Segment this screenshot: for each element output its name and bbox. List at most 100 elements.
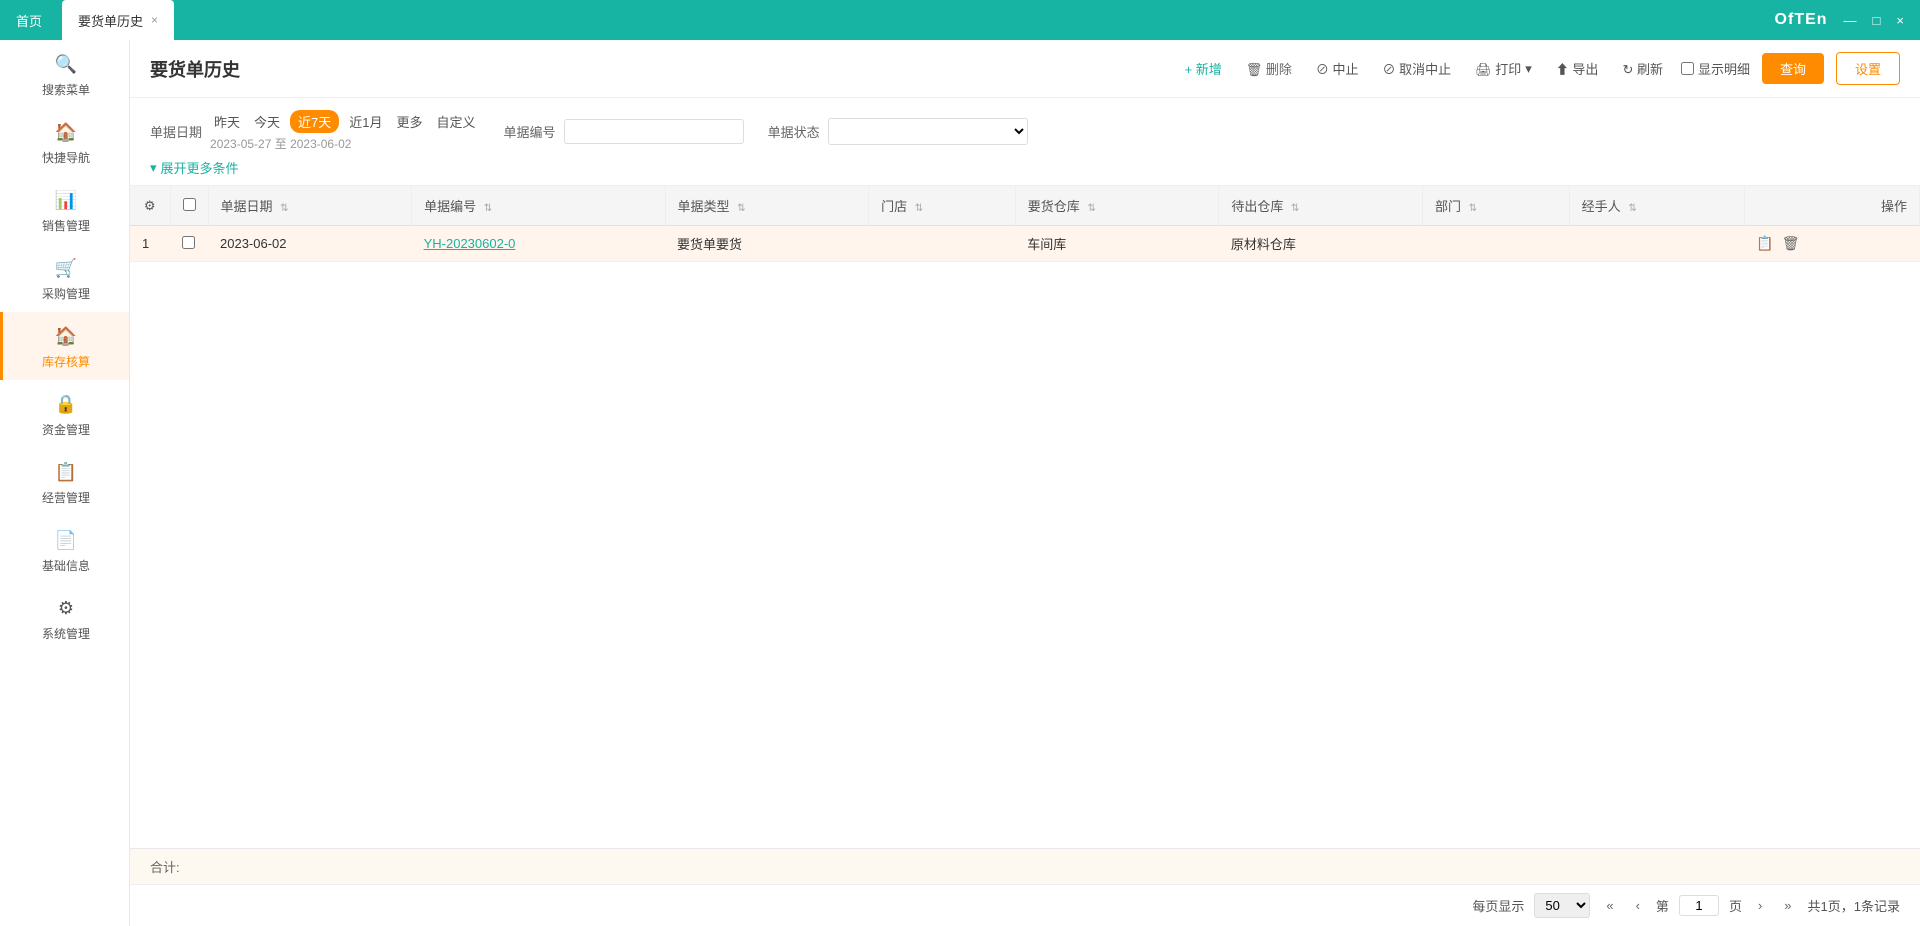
sidebar-item-base[interactable]: 📄 基础信息 [0, 516, 129, 584]
cell-dept [1422, 226, 1569, 262]
shortcut-today[interactable]: 今天 [250, 110, 284, 133]
sort-icon-store: ⇅ [915, 203, 923, 214]
th-handler-label: 经手人 [1582, 199, 1621, 214]
cell-checkbox[interactable] [170, 226, 208, 262]
settings-col-icon: ⚙ [144, 198, 156, 213]
tab-close-icon[interactable]: × [151, 13, 158, 27]
th-doc-type[interactable]: 单据类型 ⇅ [665, 186, 869, 226]
sidebar-label-quick-nav: 快捷导航 [42, 149, 90, 166]
shortcut-custom[interactable]: 自定义 [433, 110, 480, 133]
th-doc-date[interactable]: 单据日期 ⇅ [208, 186, 412, 226]
prev-page-btn[interactable]: ‹ [1630, 896, 1646, 915]
sidebar-item-quick-nav[interactable]: 🏠 快捷导航 [0, 108, 129, 176]
status-select[interactable] [828, 118, 1028, 145]
cancel-stop-button-label: ⊘ 取消中止 [1383, 59, 1452, 78]
print-dropdown-icon[interactable]: ▾ [1525, 61, 1532, 77]
th-pending-warehouse-label: 待出仓库 [1231, 199, 1283, 214]
first-page-btn[interactable]: « [1600, 896, 1619, 915]
th-store[interactable]: 门店 ⇅ [869, 186, 1016, 226]
row-checkbox[interactable] [182, 236, 195, 249]
date-range-display: 2023-05-27 至 2023-06-02 [210, 135, 480, 152]
status-filter-group: 单据状态 [768, 118, 1028, 145]
page-label: 第 [1656, 896, 1669, 915]
sidebar-item-purchase[interactable]: 🛒 采购管理 [0, 244, 129, 312]
finance-icon: 🔒 [55, 394, 77, 415]
header-row: ⚙ 单据日期 ⇅ 单据编号 ⇅ [130, 186, 1920, 226]
toolbar: + 新增 🗑 删除 ⊘ 中止 ⊘ 取消中止 🖨 打印 ▾ ⬆ 导出 [1179, 52, 1900, 85]
doc-no-input[interactable] [564, 119, 744, 144]
purchase-icon: 🛒 [55, 258, 77, 279]
select-all-checkbox[interactable] [183, 198, 196, 211]
refresh-button[interactable]: ↻ 刷新 [1616, 55, 1669, 82]
brand-label: OfTEn [1775, 11, 1828, 29]
th-doc-date-label: 单据日期 [221, 199, 273, 214]
cell-doc-no[interactable]: YH-20230602-0 [412, 226, 665, 262]
sidebar: 🔍 搜索菜单 🏠 快捷导航 📊 销售管理 🛒 采购管理 🏠 库存核算 🔒 资金管… [0, 40, 130, 926]
sidebar-label-sales: 销售管理 [42, 217, 90, 234]
main-layout: 🔍 搜索菜单 🏠 快捷导航 📊 销售管理 🛒 采购管理 🏠 库存核算 🔒 资金管… [0, 40, 1920, 926]
print-button[interactable]: 🖨 打印 ▾ [1469, 55, 1538, 82]
cell-handler [1569, 226, 1744, 262]
next-page-btn[interactable]: › [1752, 896, 1768, 915]
doc-no-link[interactable]: YH-20230602-0 [424, 236, 516, 251]
cell-num: 1 [130, 226, 170, 262]
page-size-select[interactable]: 50 10 20 100 [1534, 893, 1590, 918]
close-btn[interactable]: × [1896, 13, 1904, 28]
sidebar-item-finance[interactable]: 🔒 资金管理 [0, 380, 129, 448]
page-title: 要货单历史 [150, 56, 1179, 82]
th-req-warehouse[interactable]: 要货仓库 ⇅ [1015, 186, 1219, 226]
cell-req-warehouse: 车间库 [1015, 226, 1219, 262]
tab-home[interactable]: 首页 [0, 0, 58, 40]
expand-chevron-icon: ▾ [150, 160, 157, 176]
sidebar-label-base: 基础信息 [42, 557, 90, 574]
sidebar-item-system[interactable]: ⚙ 系统管理 [0, 584, 129, 652]
th-pending-warehouse[interactable]: 待出仓库 ⇅ [1219, 186, 1423, 226]
sidebar-item-search-menu[interactable]: 🔍 搜索菜单 [0, 40, 129, 108]
shortcut-yesterday[interactable]: 昨天 [210, 110, 244, 133]
current-page-input[interactable] [1679, 895, 1719, 916]
sort-icon-no: ⇅ [484, 203, 492, 214]
sidebar-item-operations[interactable]: 📋 经营管理 [0, 448, 129, 516]
sidebar-item-sales[interactable]: 📊 销售管理 [0, 176, 129, 244]
th-settings[interactable]: ⚙ [130, 186, 170, 226]
shortcut-7days[interactable]: 近7天 [290, 110, 339, 133]
display-detail-toggle[interactable]: 显示明细 [1681, 59, 1750, 78]
shortcut-more[interactable]: 更多 [393, 110, 427, 133]
tab-active[interactable]: 要货单历史 × [62, 0, 174, 40]
sales-icon: 📊 [55, 190, 77, 211]
th-handler[interactable]: 经手人 ⇅ [1569, 186, 1744, 226]
print-button-label: 🖨 打印 [1475, 59, 1521, 78]
cancel-stop-button[interactable]: ⊘ 取消中止 [1377, 55, 1458, 82]
th-doc-no-label: 单据编号 [424, 199, 476, 214]
total-info: 共1页，1条记录 [1808, 896, 1900, 915]
cell-pending-warehouse: 原材料仓库 [1219, 226, 1423, 262]
settings-button[interactable]: 设置 [1836, 52, 1900, 85]
delete-button[interactable]: 🗑 删除 [1240, 55, 1298, 82]
sidebar-label-finance: 资金管理 [42, 421, 90, 438]
last-page-btn[interactable]: » [1778, 896, 1797, 915]
page-header: 要货单历史 + 新增 🗑 删除 ⊘ 中止 ⊘ 取消中止 🖨 打印 ▾ [130, 40, 1920, 98]
expand-btn-label: 展开更多条件 [161, 158, 239, 177]
th-dept[interactable]: 部门 ⇅ [1422, 186, 1569, 226]
display-detail-checkbox[interactable] [1681, 62, 1694, 75]
query-button[interactable]: 查询 [1762, 53, 1824, 84]
pagination-bar: 每页显示 50 10 20 100 « ‹ 第 页 › » 共1页，1条记录 [130, 884, 1920, 926]
row-delete-btn[interactable]: 🗑 [1782, 235, 1800, 252]
operations-icon: 📋 [55, 462, 77, 483]
stop-button[interactable]: ⊘ 中止 [1310, 55, 1365, 82]
table-header: ⚙ 单据日期 ⇅ 单据编号 ⇅ [130, 186, 1920, 226]
new-button[interactable]: + 新增 [1179, 55, 1228, 82]
row-edit-btn[interactable]: 📋 [1756, 235, 1773, 252]
shortcut-1month[interactable]: 近1月 [345, 110, 386, 133]
topbar-right: OfTEn — □ × [1775, 11, 1920, 29]
th-doc-no[interactable]: 单据编号 ⇅ [412, 186, 665, 226]
expand-filter-btn[interactable]: ▾ 展开更多条件 [150, 158, 1900, 177]
maximize-btn[interactable]: □ [1873, 13, 1881, 28]
sidebar-label-operations: 经营管理 [42, 489, 90, 506]
export-button[interactable]: ⬆ 导出 [1550, 55, 1605, 82]
display-detail-label: 显示明细 [1698, 59, 1750, 78]
sidebar-label-search: 搜索菜单 [42, 81, 90, 98]
sidebar-item-inventory[interactable]: 🏠 库存核算 [0, 312, 129, 380]
th-checkbox[interactable] [170, 186, 208, 226]
minimize-btn[interactable]: — [1844, 13, 1857, 28]
